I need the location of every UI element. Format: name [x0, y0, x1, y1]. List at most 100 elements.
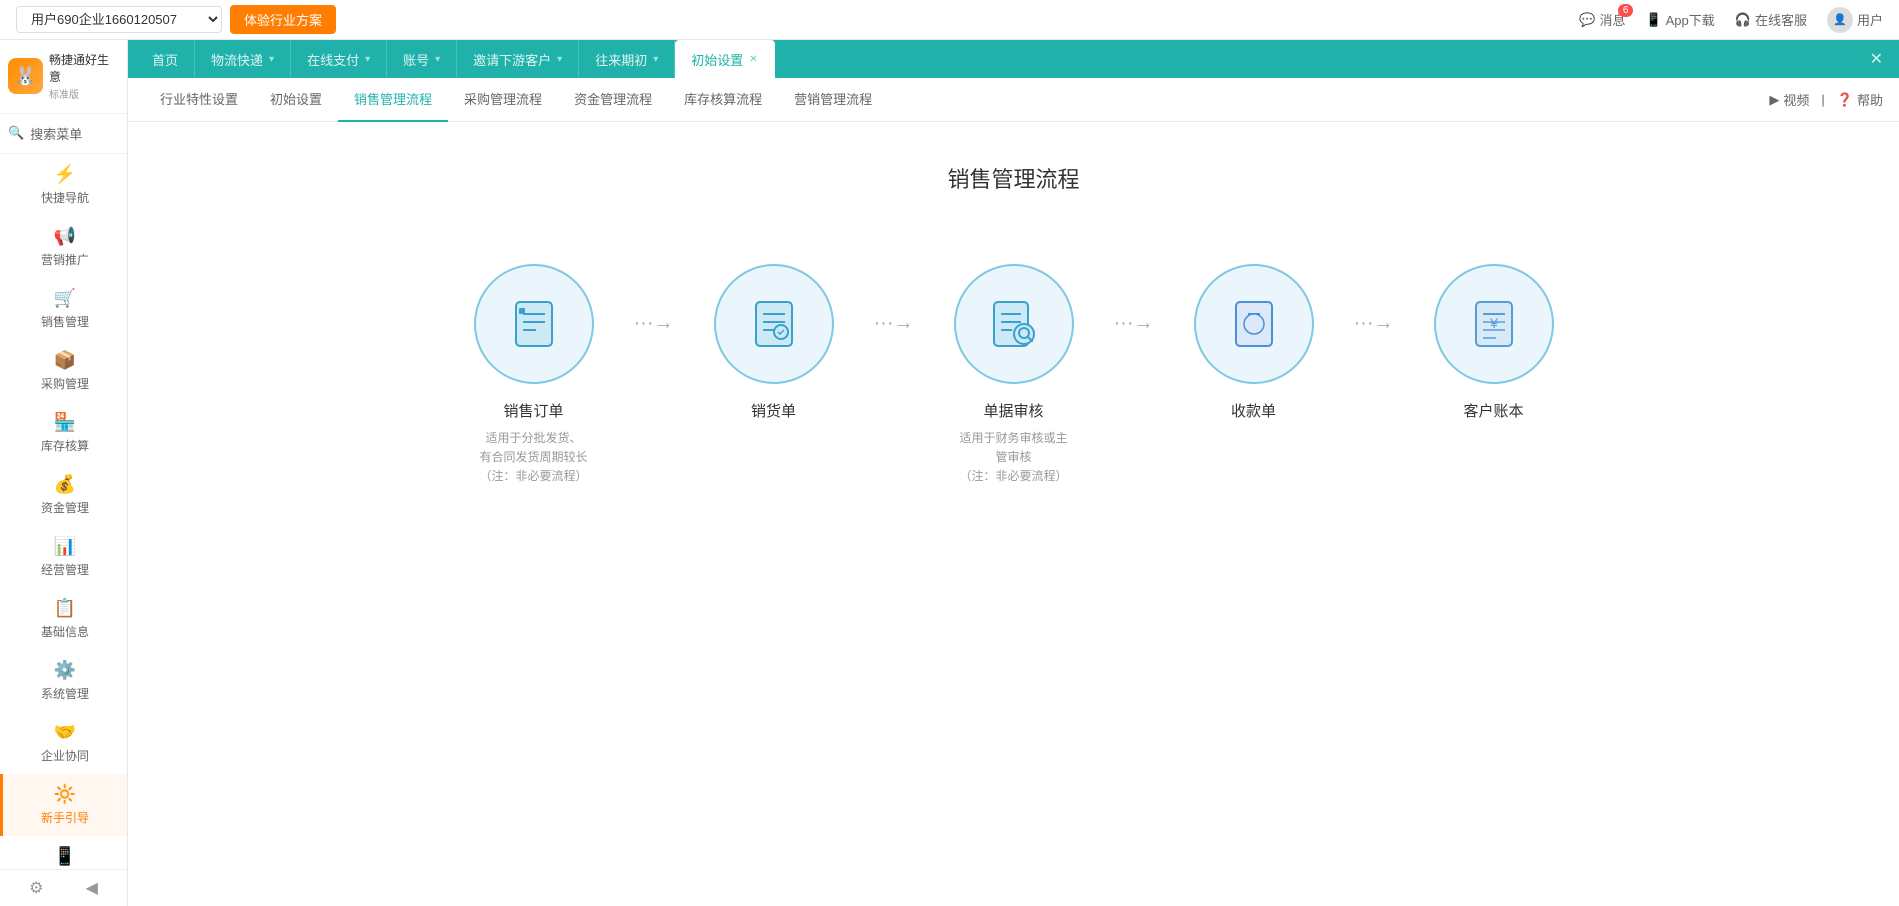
chevron-down-icon: ▾: [269, 54, 274, 65]
sub-tab-finance-flow[interactable]: 资金管理流程: [558, 78, 668, 122]
help-label: 帮助: [1857, 90, 1883, 109]
sub-tab-purchase-flow[interactable]: 采购管理流程: [448, 78, 558, 122]
logo-tag: 标准版: [49, 86, 119, 101]
main-content: 首页 物流快递 ▾ 在线支付 ▾ 账号 ▾ 邀请下游客户 ▾ 往来期初 ▾: [128, 40, 1899, 906]
sidebar-label-enterprise: 企业协同: [41, 747, 89, 764]
flow-label-sales-order: 销售订单: [503, 400, 563, 421]
doc-review-svg-icon: [986, 296, 1042, 352]
sub-tab-inventory-flow[interactable]: 库存核算流程: [668, 78, 778, 122]
headset-icon: 🎧: [1735, 12, 1751, 28]
sidebar-label-quick-nav: 快捷导航: [41, 189, 89, 206]
search-menu-btn[interactable]: 🔍 搜索菜单: [8, 124, 119, 143]
sub-tab-finance-flow-label: 资金管理流程: [574, 89, 652, 108]
help-btn[interactable]: ❓ 帮助: [1837, 90, 1883, 109]
avatar: 👤: [1827, 7, 1853, 33]
flow-diagram: 销售订单 适用于分批发货、有合同发货周期较长（注：非必要流程） ···→: [148, 244, 1879, 507]
flow-node-receipt[interactable]: ¥ 收款单: [1164, 264, 1344, 429]
video-help-btn[interactable]: ▶ 视频: [1769, 90, 1809, 109]
sub-tab-sales-flow[interactable]: 销售管理流程: [338, 78, 448, 122]
chevron-down-icon: ▾: [435, 54, 440, 65]
sub-tab-marketing-flow-label: 营销管理流程: [794, 89, 872, 108]
flow-label-doc-review: 单据审核: [983, 400, 1043, 421]
sub-tabs-right: ▶ 视频 | ❓ 帮助: [1769, 90, 1883, 109]
logo-text-block: 畅捷通好生意 标准版: [49, 52, 119, 101]
tab-home[interactable]: 首页: [136, 40, 195, 78]
tab-period[interactable]: 往来期初 ▾: [579, 40, 675, 78]
sidebar-search-area[interactable]: 🔍 搜索菜单: [0, 114, 127, 154]
receipt-svg-icon: ¥: [1226, 296, 1282, 352]
app-download-item[interactable]: 📱 App下载: [1645, 10, 1714, 29]
inventory-icon: 🏪: [54, 412, 76, 433]
sidebar-item-system[interactable]: ⚙️ 系统管理: [0, 650, 127, 712]
divider: |: [1821, 92, 1824, 107]
tab-logistics-label: 物流快递: [211, 50, 263, 69]
flow-node-sales-order[interactable]: 销售订单 适用于分批发货、有合同发货周期较长（注：非必要流程）: [444, 264, 624, 487]
sidebar-item-marketing[interactable]: 📢 营销推广: [0, 216, 127, 278]
settings-bottom-btn[interactable]: ⚙: [29, 878, 43, 898]
top-header: 用户690企业1660120507 体验行业方案 💬 消息 6 📱 App下载 …: [0, 0, 1899, 40]
sidebar-item-inventory[interactable]: 🏪 库存核算: [0, 402, 127, 464]
search-menu-label: 搜索菜单: [30, 124, 82, 143]
sidebar-item-finance[interactable]: 💰 资金管理: [0, 464, 127, 526]
sidebar: 🐰 畅捷通好生意 标准版 🔍 搜索菜单 ⚡ 快捷导航 📢 营销推广 🛒: [0, 40, 128, 906]
sidebar-item-sales[interactable]: 🛒 销售管理: [0, 278, 127, 340]
tab-invite[interactable]: 邀请下游客户 ▾: [457, 40, 579, 78]
sub-tab-marketing-flow[interactable]: 营销管理流程: [778, 78, 888, 122]
flow-label-customer-ledger: 客户账本: [1463, 400, 1523, 421]
flow-circle-doc-review: [954, 264, 1074, 384]
sub-tab-init-label: 初始设置: [270, 89, 322, 108]
online-service-item[interactable]: 🎧 在线客服: [1735, 10, 1807, 29]
flow-arrow-1: ···→: [624, 264, 684, 335]
play-icon: ▶: [1769, 92, 1779, 108]
sidebar-label-business: 经营管理: [41, 561, 89, 578]
sidebar-item-new-guide[interactable]: 🔆 新手引导: [0, 774, 127, 836]
tab-logistics[interactable]: 物流快递 ▾: [195, 40, 291, 78]
enterprise-icon: 🤝: [54, 722, 76, 743]
tab-account[interactable]: 账号 ▾: [387, 40, 457, 78]
video-label: 视频: [1783, 90, 1809, 109]
sidebar-item-purchase[interactable]: 📦 采购管理: [0, 340, 127, 402]
sidebar-item-enterprise[interactable]: 🤝 企业协同: [0, 712, 127, 774]
tab-nav: 首页 物流快递 ▾ 在线支付 ▾ 账号 ▾ 邀请下游客户 ▾ 往来期初 ▾: [128, 40, 1899, 78]
sidebar-menu: ⚡ 快捷导航 📢 营销推广 🛒 销售管理 📦 采购管理 🏪 库存核算 💰: [0, 154, 127, 869]
flow-circle-customer-ledger: ¥: [1434, 264, 1554, 384]
customer-ledger-svg-icon: ¥: [1466, 296, 1522, 352]
sidebar-item-base-info[interactable]: 📋 基础信息: [0, 588, 127, 650]
question-icon: ❓: [1837, 92, 1853, 108]
sidebar-item-business[interactable]: 📊 经营管理: [0, 526, 127, 588]
sub-tab-inventory-flow-label: 库存核算流程: [684, 89, 762, 108]
sub-tab-init[interactable]: 初始设置: [254, 78, 338, 122]
tab-init-settings[interactable]: 初始设置 ✕: [675, 40, 774, 78]
sidebar-bottom: ⚙ ◀: [0, 869, 127, 906]
sidebar-label-base-info: 基础信息: [41, 623, 89, 640]
user-name-label: 用户: [1857, 10, 1883, 29]
app-center-icon: 📱: [54, 846, 76, 867]
sidebar-item-quick-nav[interactable]: ⚡ 快捷导航: [0, 154, 127, 216]
flow-circle-sales-invoice: [714, 264, 834, 384]
flow-desc-doc-review: 适用于财务审核或主管审核（注：非必要流程）: [959, 429, 1067, 487]
right-arrow-icon-4: ···→: [1354, 312, 1394, 335]
sales-invoice-svg-icon: [746, 296, 802, 352]
user-avatar-item[interactable]: 👤 用户: [1827, 7, 1883, 33]
sidebar-item-app-center[interactable]: 📱 应用中心: [0, 836, 127, 869]
app-download-label: App下载: [1666, 10, 1715, 29]
right-arrow-icon-2: ···→: [874, 312, 914, 335]
sidebar-label-marketing: 营销推广: [41, 251, 89, 268]
tab-payment[interactable]: 在线支付 ▾: [291, 40, 387, 78]
flow-node-customer-ledger[interactable]: ¥ 客户账本: [1404, 264, 1584, 429]
marketing-icon: 📢: [54, 226, 76, 247]
sub-tab-industry[interactable]: 行业特性设置: [144, 78, 254, 122]
flow-circle-receipt: ¥: [1194, 264, 1314, 384]
flow-node-doc-review[interactable]: 单据审核 适用于财务审核或主管审核（注：非必要流程）: [924, 264, 1104, 487]
collapse-btn[interactable]: ◀: [86, 878, 98, 898]
user-selector[interactable]: 用户690企业1660120507: [16, 6, 222, 33]
logo-text: 畅捷通好生意: [49, 52, 119, 86]
flow-node-sales-invoice[interactable]: 销货单: [684, 264, 864, 429]
message-item[interactable]: 💬 消息 6: [1579, 10, 1625, 29]
header-left: 用户690企业1660120507 体验行业方案: [16, 5, 336, 34]
tab-close-icon[interactable]: ✕: [749, 54, 757, 65]
flow-circle-sales-order: [474, 264, 594, 384]
flow-arrow-4: ···→: [1344, 264, 1404, 335]
try-industry-btn[interactable]: 体验行业方案: [230, 5, 336, 34]
close-all-tabs-btn[interactable]: ✕: [1862, 49, 1891, 69]
